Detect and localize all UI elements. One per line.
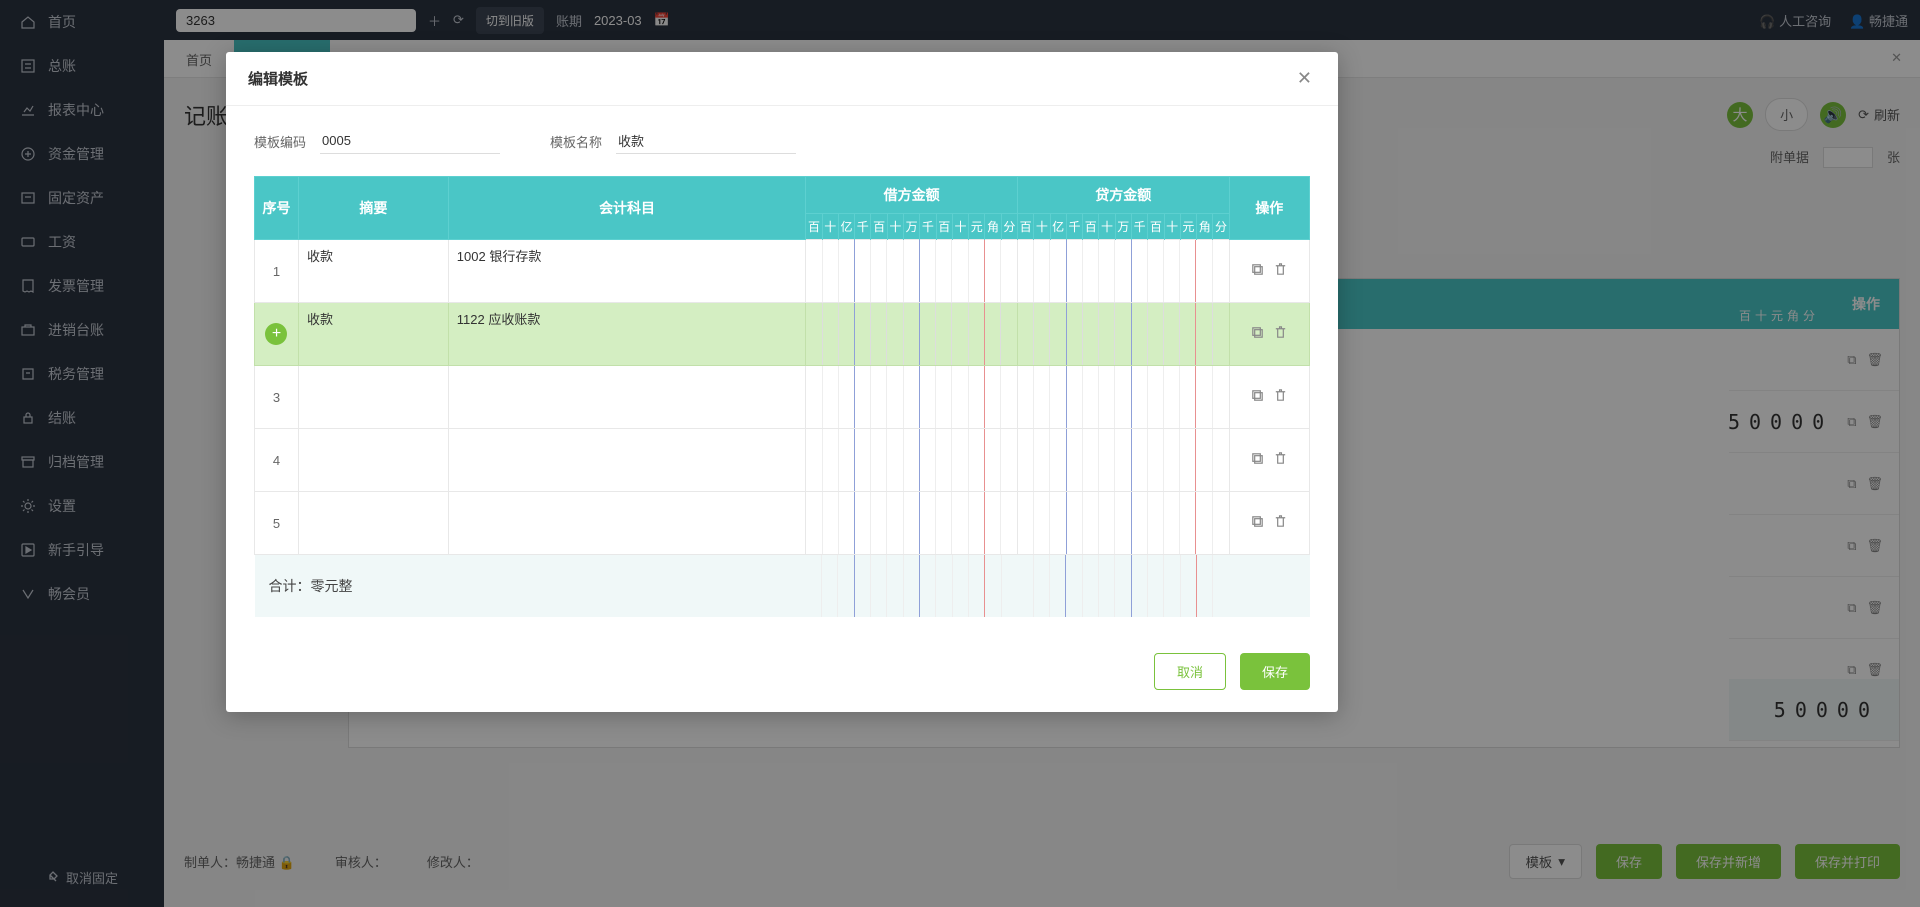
seq-cell: 5	[255, 492, 299, 555]
th-digit: 万	[904, 214, 920, 240]
th-digit: 分	[1213, 214, 1229, 240]
th-digit: 十	[1164, 214, 1180, 240]
modal-title: 编辑模板	[248, 68, 308, 89]
th-debit: 借方金额	[806, 177, 1018, 214]
account-cell[interactable]	[448, 492, 806, 555]
delete-row-icon[interactable]	[1273, 388, 1288, 403]
th-digit: 千	[1131, 214, 1147, 240]
table-row[interactable]: 4	[255, 429, 1310, 492]
template-name-label: 模板名称	[550, 132, 602, 151]
th-account: 会计科目	[448, 177, 806, 240]
th-credit: 贷方金额	[1017, 177, 1229, 214]
summary-cell[interactable]: 收款	[298, 303, 448, 366]
add-row-button[interactable]: +	[265, 323, 287, 345]
copy-row-icon[interactable]	[1250, 514, 1265, 529]
delete-row-icon[interactable]	[1273, 262, 1288, 277]
template-table: 序号 摘要 会计科目 借方金额 贷方金额 操作 百十亿千百十万千百十元角分百十亿…	[254, 176, 1310, 617]
th-digit: 亿	[838, 214, 854, 240]
total-debit	[806, 555, 1018, 618]
seq-cell: +	[255, 303, 299, 366]
credit-cell[interactable]	[1017, 492, 1229, 555]
delete-row-icon[interactable]	[1273, 514, 1288, 529]
th-digit: 万	[1115, 214, 1131, 240]
th-digit: 角	[1197, 214, 1213, 240]
debit-cell[interactable]	[806, 429, 1018, 492]
action-cell	[1229, 303, 1309, 366]
th-summary: 摘要	[298, 177, 448, 240]
action-cell	[1229, 429, 1309, 492]
copy-row-icon[interactable]	[1250, 451, 1265, 466]
table-row[interactable]: 1收款1002 银行存款	[255, 240, 1310, 303]
template-name-input[interactable]	[616, 128, 796, 154]
total-action-empty	[1229, 555, 1309, 618]
th-digit: 百	[1083, 214, 1099, 240]
cancel-button[interactable]: 取消	[1154, 653, 1226, 690]
action-cell	[1229, 492, 1309, 555]
th-digit: 十	[1034, 214, 1050, 240]
th-digit: 元	[1180, 214, 1196, 240]
th-digit: 元	[969, 214, 985, 240]
credit-cell[interactable]	[1017, 303, 1229, 366]
action-cell	[1229, 240, 1309, 303]
th-digit: 百	[1017, 214, 1033, 240]
summary-cell[interactable]	[298, 429, 448, 492]
action-cell	[1229, 366, 1309, 429]
credit-cell[interactable]	[1017, 366, 1229, 429]
seq-cell: 4	[255, 429, 299, 492]
th-digit: 十	[1099, 214, 1115, 240]
th-digit: 百	[936, 214, 952, 240]
th-digit: 亿	[1050, 214, 1066, 240]
th-digit: 千	[920, 214, 936, 240]
debit-cell[interactable]	[806, 303, 1018, 366]
total-cell: 合计：零元整	[255, 555, 806, 618]
copy-row-icon[interactable]	[1250, 388, 1265, 403]
th-digit: 十	[822, 214, 838, 240]
template-code-input[interactable]	[320, 128, 500, 154]
debit-cell[interactable]	[806, 240, 1018, 303]
summary-cell[interactable]: 收款	[298, 240, 448, 303]
debit-cell[interactable]	[806, 366, 1018, 429]
delete-row-icon[interactable]	[1273, 325, 1288, 340]
table-row[interactable]: 3	[255, 366, 1310, 429]
delete-row-icon[interactable]	[1273, 451, 1288, 466]
total-credit	[1017, 555, 1229, 618]
th-seq: 序号	[255, 177, 299, 240]
th-action: 操作	[1229, 177, 1309, 240]
th-digit: 百	[1148, 214, 1164, 240]
th-digit: 分	[1001, 214, 1017, 240]
copy-row-icon[interactable]	[1250, 262, 1265, 277]
summary-cell[interactable]	[298, 366, 448, 429]
account-cell[interactable]: 1002 银行存款	[448, 240, 806, 303]
th-digit: 十	[887, 214, 903, 240]
th-digit: 千	[855, 214, 871, 240]
seq-cell: 3	[255, 366, 299, 429]
copy-row-icon[interactable]	[1250, 325, 1265, 340]
th-digit: 千	[1066, 214, 1082, 240]
modal-close-button[interactable]: ✕	[1293, 68, 1316, 89]
edit-template-modal: 编辑模板 ✕ 模板编码 模板名称 序号 摘要 会计科目 借方金额 贷方金额	[226, 52, 1338, 712]
th-digit: 角	[985, 214, 1001, 240]
summary-cell[interactable]	[298, 492, 448, 555]
account-cell[interactable]: 1122 应收账款	[448, 303, 806, 366]
th-digit: 十	[952, 214, 968, 240]
template-code-label: 模板编码	[254, 132, 306, 151]
account-cell[interactable]	[448, 429, 806, 492]
table-row[interactable]: 5	[255, 492, 1310, 555]
credit-cell[interactable]	[1017, 240, 1229, 303]
account-cell[interactable]	[448, 366, 806, 429]
save-button[interactable]: 保存	[1240, 653, 1310, 690]
th-digit: 百	[871, 214, 887, 240]
th-digit: 百	[806, 214, 822, 240]
debit-cell[interactable]	[806, 492, 1018, 555]
seq-cell: 1	[255, 240, 299, 303]
table-row[interactable]: + 收款1122 应收账款	[255, 303, 1310, 366]
credit-cell[interactable]	[1017, 429, 1229, 492]
